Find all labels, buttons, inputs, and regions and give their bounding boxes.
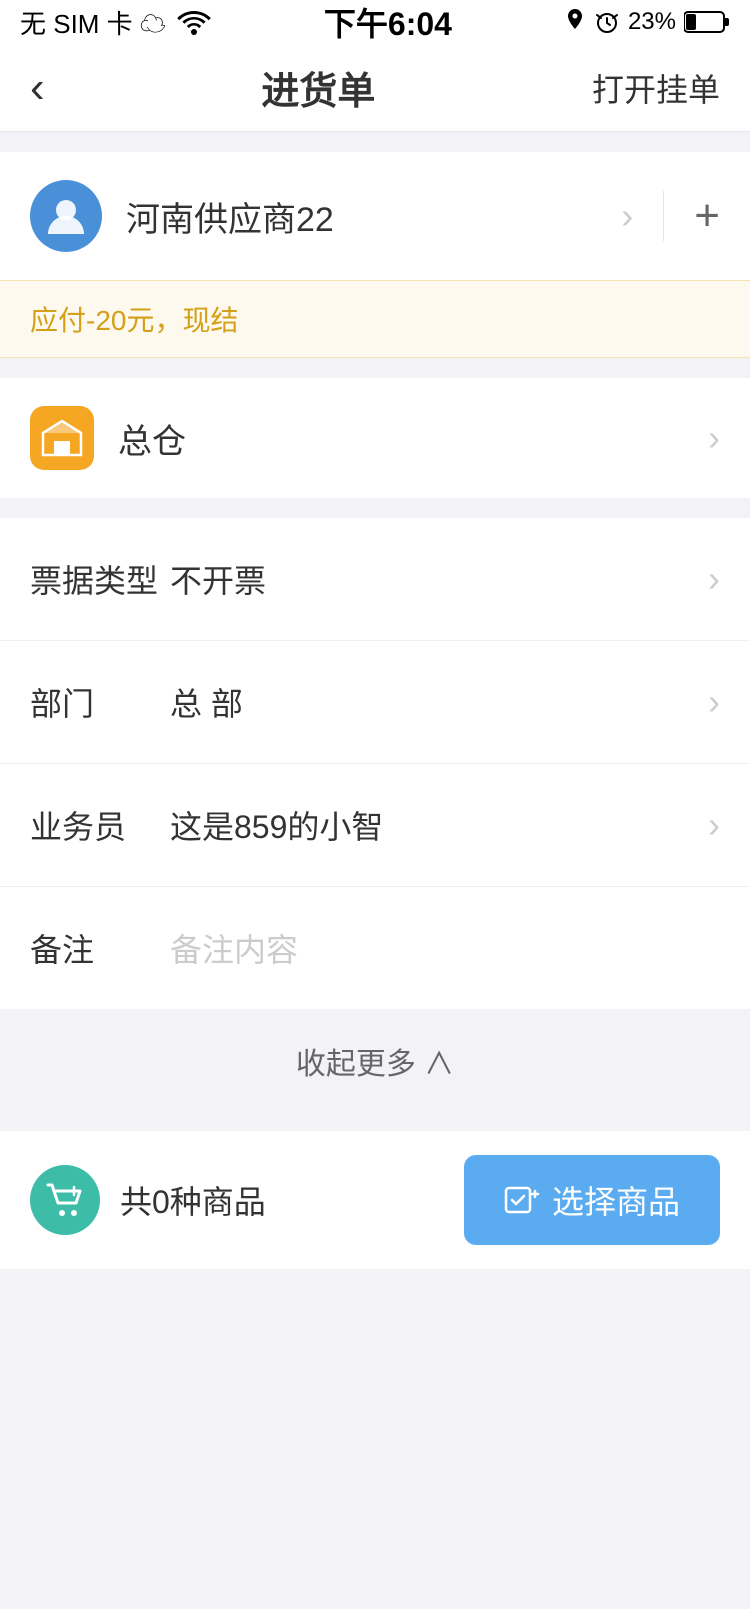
back-button[interactable]: ‹	[30, 66, 45, 110]
goods-count: 共0种商品	[120, 1177, 444, 1223]
select-goods-label: 选择商品	[552, 1177, 680, 1223]
wifi-icon	[176, 9, 212, 35]
battery-icon	[684, 10, 730, 34]
alarm-icon	[594, 9, 620, 35]
supplier-name: 河南供应商22	[126, 192, 621, 241]
remark-row[interactable]: 备注 备注内容	[0, 887, 750, 1009]
form-card: 票据类型 不开票 › 部门 总 部 › 业务员 这是859的小智 › 备注 备注…	[0, 518, 750, 1009]
signal-text: 无 SIM 卡 ☁	[20, 4, 166, 41]
warehouse-chevron-icon: ›	[708, 417, 720, 459]
department-value: 总 部	[170, 679, 692, 725]
department-row[interactable]: 部门 总 部 ›	[0, 641, 750, 764]
goods-icon-wrap	[30, 1165, 100, 1235]
salesman-row[interactable]: 业务员 这是859的小智 ›	[0, 764, 750, 887]
supplier-actions: › +	[621, 191, 720, 241]
content-area: 河南供应商22 › + 应付-20元，现结 总仓 › 票据类型 不开票 ›	[0, 152, 750, 1609]
collapse-label: 收起更多 ∧	[296, 1039, 454, 1083]
warehouse-icon-wrap	[30, 406, 94, 470]
department-label: 部门	[30, 679, 170, 725]
cart-icon	[44, 1181, 86, 1219]
battery-text: 23%	[628, 8, 676, 36]
add-supplier-button[interactable]: +	[694, 191, 720, 241]
ticket-type-chevron-icon: ›	[708, 558, 720, 600]
warehouse-name: 总仓	[118, 414, 708, 463]
select-goods-icon	[504, 1182, 540, 1218]
salesman-label: 业务员	[30, 802, 170, 848]
warehouse-row[interactable]: 总仓 ›	[0, 378, 750, 498]
select-goods-button[interactable]: 选择商品	[464, 1155, 720, 1245]
department-chevron-icon: ›	[708, 681, 720, 723]
supplier-row[interactable]: 河南供应商22 › +	[0, 152, 750, 280]
nav-bar: ‹ 进货单 打开挂单	[0, 44, 750, 132]
status-time: 下午6:04	[324, 0, 452, 45]
status-bar: 无 SIM 卡 ☁ 下午6:04 23%	[0, 0, 750, 44]
page-background	[0, 1269, 750, 1569]
open-pending-button[interactable]: 打开挂单	[592, 65, 720, 111]
collapse-row[interactable]: 收起更多 ∧	[0, 1011, 750, 1111]
bottom-bar: 共0种商品 选择商品	[0, 1131, 750, 1269]
salesman-value: 这是859的小智	[170, 802, 692, 848]
location-icon	[564, 9, 586, 35]
notice-bar: 应付-20元，现结	[0, 280, 750, 358]
status-right: 23%	[564, 8, 730, 36]
ticket-type-row[interactable]: 票据类型 不开票 ›	[0, 518, 750, 641]
ticket-type-label: 票据类型	[30, 556, 170, 602]
vertical-divider	[663, 191, 664, 241]
remark-input[interactable]: 备注内容	[170, 925, 720, 971]
status-left: 无 SIM 卡 ☁	[20, 4, 212, 41]
page-title: 进货单	[261, 60, 375, 115]
supplier-chevron-icon: ›	[621, 195, 633, 237]
user-icon	[42, 192, 90, 240]
remark-label: 备注	[30, 925, 170, 971]
supplier-avatar	[30, 180, 102, 252]
salesman-chevron-icon: ›	[708, 804, 720, 846]
warehouse-icon	[41, 419, 83, 457]
ticket-type-value: 不开票	[170, 556, 692, 602]
